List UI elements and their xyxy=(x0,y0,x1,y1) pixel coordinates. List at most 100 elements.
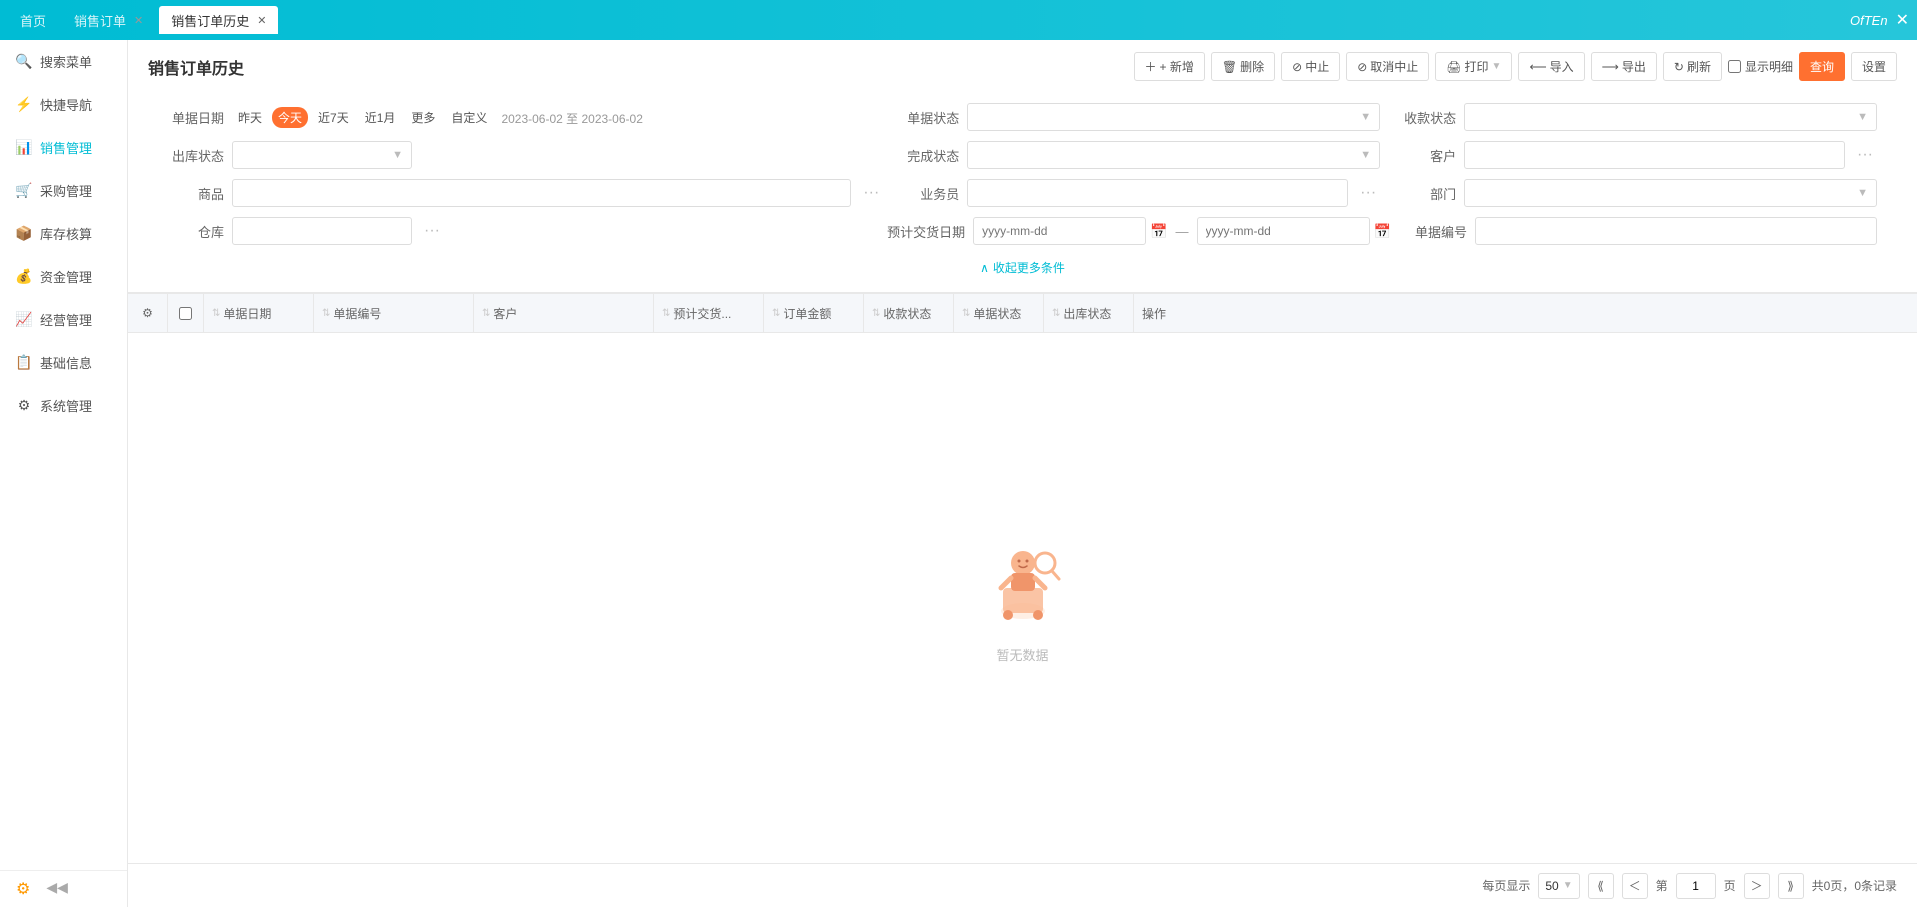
sidebar-item-inventory[interactable]: 📦 库存核算 xyxy=(0,212,127,255)
settings-button[interactable]: 设置 xyxy=(1851,52,1897,81)
new-button[interactable]: ＋ + 新增 xyxy=(1134,52,1205,81)
th-operation-label: 操作 xyxy=(1142,305,1166,322)
sidebar-item-purchase-label: 采购管理 xyxy=(40,181,92,200)
delete-label: 删除 xyxy=(1240,58,1264,75)
delete-button[interactable]: 🗑 删除 xyxy=(1211,52,1275,81)
search-icon: 🔍 xyxy=(16,54,32,70)
page-size-chevron-icon: ▼ xyxy=(1563,880,1573,891)
page-size-select[interactable]: 50 ▼ xyxy=(1538,873,1579,899)
print-button[interactable]: 🖨 打印 ▼ xyxy=(1435,52,1512,81)
page-number-input[interactable] xyxy=(1676,873,1716,899)
delivery-date-start-cal-icon[interactable]: 📅 xyxy=(1150,223,1167,240)
sidebar-item-quick-nav-label: 快捷导航 xyxy=(40,95,92,114)
sidebar-item-quick-nav[interactable]: ⚡ 快捷导航 xyxy=(0,83,127,126)
delivery-date-dash: — xyxy=(1172,224,1193,239)
salesman-dots-icon[interactable]: ··· xyxy=(1356,184,1380,202)
th-no-label: 单据编号 xyxy=(333,305,381,322)
sort-pay-status-icon: ⇅ xyxy=(872,308,880,319)
tab-sales-order[interactable]: 销售订单 ✕ xyxy=(62,6,155,34)
next-page-button[interactable]: ＞ xyxy=(1744,873,1770,899)
salesman-filter-label: 业务员 xyxy=(903,184,959,203)
sidebar-item-system[interactable]: ⚙ 系统管理 xyxy=(0,384,127,427)
sidebar-item-sales[interactable]: 📊 销售管理 xyxy=(0,126,127,169)
prev-page-button[interactable]: ＜ xyxy=(1622,873,1648,899)
empty-state: 暂无数据 xyxy=(128,333,1917,863)
th-date[interactable]: ⇅ 单据日期 xyxy=(204,294,314,332)
date-yesterday-btn[interactable]: 昨天 xyxy=(232,107,268,128)
sidebar-item-system-label: 系统管理 xyxy=(40,396,92,415)
date-1month-btn[interactable]: 近1月 xyxy=(359,107,402,128)
refresh-button[interactable]: ↻ 刷新 xyxy=(1663,52,1722,81)
out-status-filter-label: 出库状态 xyxy=(168,146,224,165)
th-pay-status[interactable]: ⇅ 收款状态 xyxy=(864,294,954,332)
query-button[interactable]: 查询 xyxy=(1799,52,1845,81)
top-close-icon[interactable]: ✕ xyxy=(1896,10,1909,30)
order-status-filter-label: 单据状态 xyxy=(903,108,959,127)
date-today-btn[interactable]: 今天 xyxy=(272,107,308,128)
sidebar-item-finance[interactable]: 💰 资金管理 xyxy=(0,255,127,298)
date-custom-btn[interactable]: 自定义 xyxy=(445,107,493,128)
collapse-bar[interactable]: ∧ 收起更多条件 xyxy=(168,255,1877,284)
delivery-date-start-input[interactable] xyxy=(973,217,1146,245)
date-filter-label: 单据日期 xyxy=(168,108,224,127)
th-settings[interactable]: ⚙ xyxy=(128,294,168,332)
th-amount[interactable]: ⇅ 订单金额 xyxy=(764,294,864,332)
sort-amount-icon: ⇅ xyxy=(772,308,780,319)
stop-button[interactable]: ⊘ 中止 xyxy=(1281,52,1340,81)
th-checkbox[interactable] xyxy=(168,294,204,332)
tab-sales-order-close[interactable]: ✕ xyxy=(134,14,143,27)
out-status-select[interactable]: ▼ xyxy=(232,141,412,169)
collapse-sidebar-icon[interactable]: ◀◀ xyxy=(46,879,68,899)
cancel-stop-button[interactable]: ⊘ 取消中止 xyxy=(1346,52,1429,81)
delivery-date-end-cal-icon[interactable]: 📅 xyxy=(1374,223,1391,240)
date-7days-btn[interactable]: 近7天 xyxy=(312,107,355,128)
th-customer[interactable]: ⇅ 客户 xyxy=(474,294,654,332)
show-detail-checkbox-label[interactable]: 显示明细 xyxy=(1728,58,1793,75)
th-delivery-label: 预计交货... xyxy=(673,305,731,322)
first-page-button[interactable]: ⟪ xyxy=(1588,873,1614,899)
dept-select[interactable]: ▼ xyxy=(1464,179,1877,207)
tab-home[interactable]: 首页 xyxy=(8,6,58,34)
sidebar-item-inventory-label: 库存核算 xyxy=(40,224,92,243)
sidebar-item-search-label: 搜索菜单 xyxy=(40,52,92,71)
warehouse-dots-icon[interactable]: ··· xyxy=(420,222,444,240)
th-delivery[interactable]: ⇅ 预计交货... xyxy=(654,294,764,332)
goods-filter-input[interactable] xyxy=(232,179,851,207)
import-button[interactable]: ⟵ 导入 xyxy=(1518,52,1584,81)
complete-status-chevron-icon: ▼ xyxy=(1360,149,1371,161)
dept-filter-label: 部门 xyxy=(1400,184,1456,203)
sidebar-item-search[interactable]: 🔍 搜索菜单 xyxy=(0,40,127,83)
customer-dots-icon[interactable]: ··· xyxy=(1853,146,1877,164)
select-all-checkbox[interactable] xyxy=(179,307,192,320)
delivery-date-end-input[interactable] xyxy=(1197,217,1370,245)
order-status-select[interactable]: ▼ xyxy=(967,103,1380,131)
sort-order-status-icon: ⇅ xyxy=(962,308,970,319)
filter-group-customer: 客户 ··· xyxy=(1400,141,1877,169)
show-detail-checkbox[interactable] xyxy=(1728,60,1741,73)
complete-status-select[interactable]: ▼ xyxy=(967,141,1380,169)
th-order-status[interactable]: ⇅ 单据状态 xyxy=(954,294,1044,332)
tab-sales-order-history[interactable]: 销售订单历史 ✕ xyxy=(159,6,278,34)
export-button[interactable]: ⟶ 导出 xyxy=(1591,52,1657,81)
sidebar-item-purchase[interactable]: 🛒 采购管理 xyxy=(0,169,127,212)
dept-chevron-icon: ▼ xyxy=(1857,187,1868,199)
settings-bottom-icon[interactable]: ⚙ xyxy=(16,879,30,899)
date-more-btn[interactable]: 更多 xyxy=(405,107,441,128)
th-date-label: 单据日期 xyxy=(223,305,271,322)
th-out-status[interactable]: ⇅ 出库状态 xyxy=(1044,294,1134,332)
sidebar-item-operations[interactable]: 📈 经营管理 xyxy=(0,298,127,341)
sidebar-item-base-info[interactable]: 📋 基础信息 xyxy=(0,341,127,384)
pay-status-select[interactable]: ▼ xyxy=(1464,103,1877,131)
goods-dots-icon[interactable]: ··· xyxy=(859,184,883,202)
tab-sales-order-history-close[interactable]: ✕ xyxy=(257,14,266,27)
th-no[interactable]: ⇅ 单据编号 xyxy=(314,294,474,332)
import-label: 导入 xyxy=(1550,58,1574,75)
salesman-filter-input[interactable] xyxy=(967,179,1348,207)
sort-date-icon: ⇅ xyxy=(212,308,220,319)
stop-label: 中止 xyxy=(1305,58,1329,75)
warehouse-filter-input[interactable] xyxy=(232,217,412,245)
last-page-button[interactable]: ⟫ xyxy=(1778,873,1804,899)
bill-no-filter-input[interactable] xyxy=(1475,217,1877,245)
filter-row-4: 仓库 ··· 预计交货日期 📅 — 📅 xyxy=(168,217,1877,245)
customer-filter-input[interactable] xyxy=(1464,141,1845,169)
